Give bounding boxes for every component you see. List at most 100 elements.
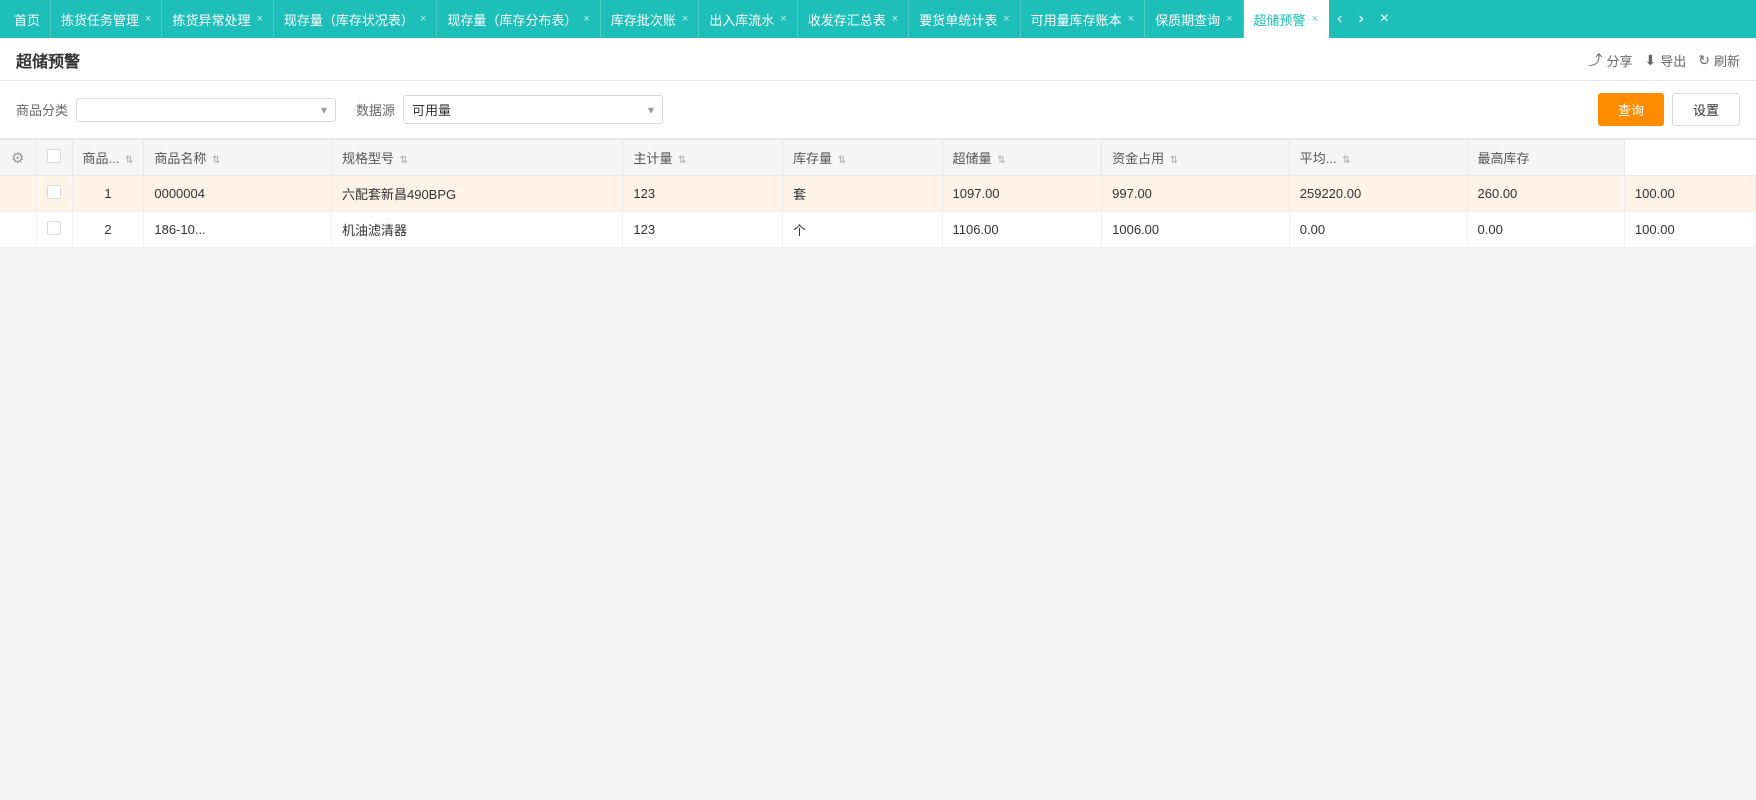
tab-batch-account[interactable]: 库存批次账 × bbox=[601, 0, 699, 38]
tab-flow[interactable]: 出入库流水 × bbox=[699, 0, 797, 38]
row-over-stock: 1006.00 bbox=[1102, 212, 1290, 248]
tab-pick-task-label: 拣货任务管理 bbox=[61, 10, 139, 29]
col-avg[interactable]: 平均... ⇅ bbox=[1289, 140, 1467, 176]
datasource-select[interactable]: 可用量 ▾ bbox=[403, 95, 663, 124]
col-over-stock[interactable]: 超储量 ⇅ bbox=[942, 140, 1102, 176]
tab-batch-account-label: 库存批次账 bbox=[611, 10, 676, 29]
nav-close-button[interactable]: × bbox=[1372, 0, 1397, 38]
row-settings-cell bbox=[0, 212, 36, 248]
close-icon[interactable]: × bbox=[256, 13, 262, 25]
col-unit-label: 主计量 bbox=[633, 151, 672, 166]
close-icon[interactable]: × bbox=[682, 13, 688, 25]
row-checkbox[interactable] bbox=[47, 221, 61, 235]
export-label: 导出 bbox=[1660, 51, 1686, 70]
close-icon[interactable]: × bbox=[145, 13, 151, 25]
col-max-stock-label: 最高库存 bbox=[1478, 151, 1530, 166]
sort-icon: ⇅ bbox=[400, 155, 408, 166]
refresh-label: 刷新 bbox=[1714, 51, 1740, 70]
col-capital-label: 资金占用 bbox=[1112, 151, 1164, 166]
datasource-select-value: 可用量 bbox=[412, 100, 451, 119]
close-icon[interactable]: × bbox=[583, 13, 589, 25]
tab-available-label: 可用量库存账本 bbox=[1031, 10, 1122, 29]
tab-expiry-label: 保质期查询 bbox=[1155, 10, 1220, 29]
col-settings: ⚙ bbox=[0, 140, 36, 176]
export-button[interactable]: ⬇ 导出 bbox=[1645, 51, 1687, 70]
settings-button[interactable]: 设置 bbox=[1672, 93, 1740, 126]
header-actions: ⤴ 分享 ⬇ 导出 ↻ 刷新 bbox=[1588, 50, 1740, 70]
sort-icon: ⇅ bbox=[838, 155, 846, 166]
sort-icon: ⇅ bbox=[125, 155, 133, 166]
tab-stock-status-label: 现存量（库存状况表） bbox=[284, 10, 414, 29]
chevron-down-icon: ▾ bbox=[321, 103, 327, 117]
tab-pick-exception-label: 拣货异常处理 bbox=[172, 10, 250, 29]
col-product-name[interactable]: 商品名称 ⇅ bbox=[144, 140, 332, 176]
row-num: 1 bbox=[72, 176, 144, 212]
table-row: 2 186-10... 机油滤清器 123 个 1106.00 1006.00 … bbox=[0, 212, 1756, 248]
tab-summary-label: 收发存汇总表 bbox=[808, 10, 886, 29]
close-icon[interactable]: × bbox=[420, 13, 426, 25]
chevron-down-icon: ▾ bbox=[648, 103, 654, 117]
select-all-checkbox[interactable] bbox=[47, 149, 61, 163]
topbar: 首页 拣货任务管理 × 拣货异常处理 × 现存量（库存状况表） × 现存量（库存… bbox=[0, 0, 1756, 38]
row-settings-cell bbox=[0, 176, 36, 212]
tab-overstock-label: 超储预警 bbox=[1254, 10, 1306, 29]
col-product-code[interactable]: 商品... ⇅ bbox=[72, 140, 144, 176]
filter-actions: 查询 设置 bbox=[1598, 93, 1740, 126]
row-capital: 0.00 bbox=[1289, 212, 1467, 248]
tab-flow-label: 出入库流水 bbox=[709, 10, 774, 29]
close-icon[interactable]: × bbox=[892, 13, 898, 25]
datasource-label: 数据源 bbox=[356, 100, 395, 119]
tab-available[interactable]: 可用量库存账本 × bbox=[1021, 0, 1145, 38]
sort-icon: ⇅ bbox=[1342, 155, 1350, 166]
category-select[interactable]: ▾ bbox=[76, 98, 336, 122]
row-product-code: 186-10... bbox=[144, 212, 332, 248]
row-unit: 个 bbox=[782, 212, 942, 248]
row-over-stock: 997.00 bbox=[1102, 176, 1290, 212]
share-icon: ⤴ bbox=[1588, 50, 1602, 70]
tab-expiry[interactable]: 保质期查询 × bbox=[1145, 0, 1243, 38]
tab-order-stat-label: 要货单统计表 bbox=[919, 10, 997, 29]
col-unit[interactable]: 主计量 ⇅ bbox=[623, 140, 783, 176]
close-icon[interactable]: × bbox=[1003, 13, 1009, 25]
col-stock[interactable]: 库存量 ⇅ bbox=[782, 140, 942, 176]
sort-icon: ⇅ bbox=[1170, 155, 1178, 166]
col-stock-label: 库存量 bbox=[793, 151, 832, 166]
row-checkbox[interactable] bbox=[47, 185, 61, 199]
close-icon[interactable]: × bbox=[1312, 13, 1318, 25]
row-max-stock: 100.00 bbox=[1624, 212, 1755, 248]
col-avg-label: 平均... bbox=[1300, 151, 1337, 166]
close-icon[interactable]: × bbox=[1128, 13, 1134, 25]
table-body: 1 0000004 六配套新昌490BPG 123 套 1097.00 997.… bbox=[0, 176, 1756, 248]
col-max-stock[interactable]: 最高库存 bbox=[1467, 140, 1624, 176]
tab-stock-dist-label: 现存量（库存分布表） bbox=[447, 10, 577, 29]
refresh-icon: ↻ bbox=[1698, 52, 1710, 69]
nav-prev-button[interactable]: ‹ bbox=[1329, 0, 1350, 38]
row-product-name: 机油滤清器 bbox=[331, 212, 622, 248]
close-icon[interactable]: × bbox=[1226, 13, 1232, 25]
nav-next-button[interactable]: › bbox=[1350, 0, 1371, 38]
tab-stock-dist[interactable]: 现存量（库存分布表） × bbox=[437, 0, 600, 38]
row-capital: 259220.00 bbox=[1289, 176, 1467, 212]
sort-icon: ⇅ bbox=[212, 155, 220, 166]
filter-bar: 商品分类 ▾ 数据源 可用量 ▾ 查询 设置 bbox=[0, 81, 1756, 139]
tab-home[interactable]: 首页 bbox=[4, 0, 51, 38]
gear-icon[interactable]: ⚙ bbox=[11, 150, 24, 167]
refresh-button[interactable]: ↻ 刷新 bbox=[1698, 51, 1740, 70]
tab-pick-task[interactable]: 拣货任务管理 × bbox=[51, 0, 162, 38]
table-header-row: ⚙ 商品... ⇅ 商品名称 ⇅ 规格型号 ⇅ 主计量 bbox=[0, 140, 1756, 176]
tab-stock-status[interactable]: 现存量（库存状况表） × bbox=[274, 0, 437, 38]
tab-summary[interactable]: 收发存汇总表 × bbox=[798, 0, 909, 38]
share-button[interactable]: ⤴ 分享 bbox=[1588, 50, 1632, 70]
close-icon[interactable]: × bbox=[780, 13, 786, 25]
row-checkbox-cell bbox=[36, 176, 72, 212]
col-spec[interactable]: 规格型号 ⇅ bbox=[331, 140, 622, 176]
query-button[interactable]: 查询 bbox=[1598, 93, 1664, 126]
row-product-name: 六配套新昌490BPG bbox=[331, 176, 622, 212]
tab-order-stat[interactable]: 要货单统计表 × bbox=[909, 0, 1020, 38]
col-capital[interactable]: 资金占用 ⇅ bbox=[1102, 140, 1290, 176]
col-over-stock-label: 超储量 bbox=[953, 151, 992, 166]
datasource-filter: 数据源 可用量 ▾ bbox=[356, 95, 663, 124]
tab-overstock[interactable]: 超储预警 × bbox=[1244, 0, 1329, 38]
export-icon: ⬇ bbox=[1645, 52, 1657, 69]
tab-pick-exception[interactable]: 拣货异常处理 × bbox=[162, 0, 273, 38]
